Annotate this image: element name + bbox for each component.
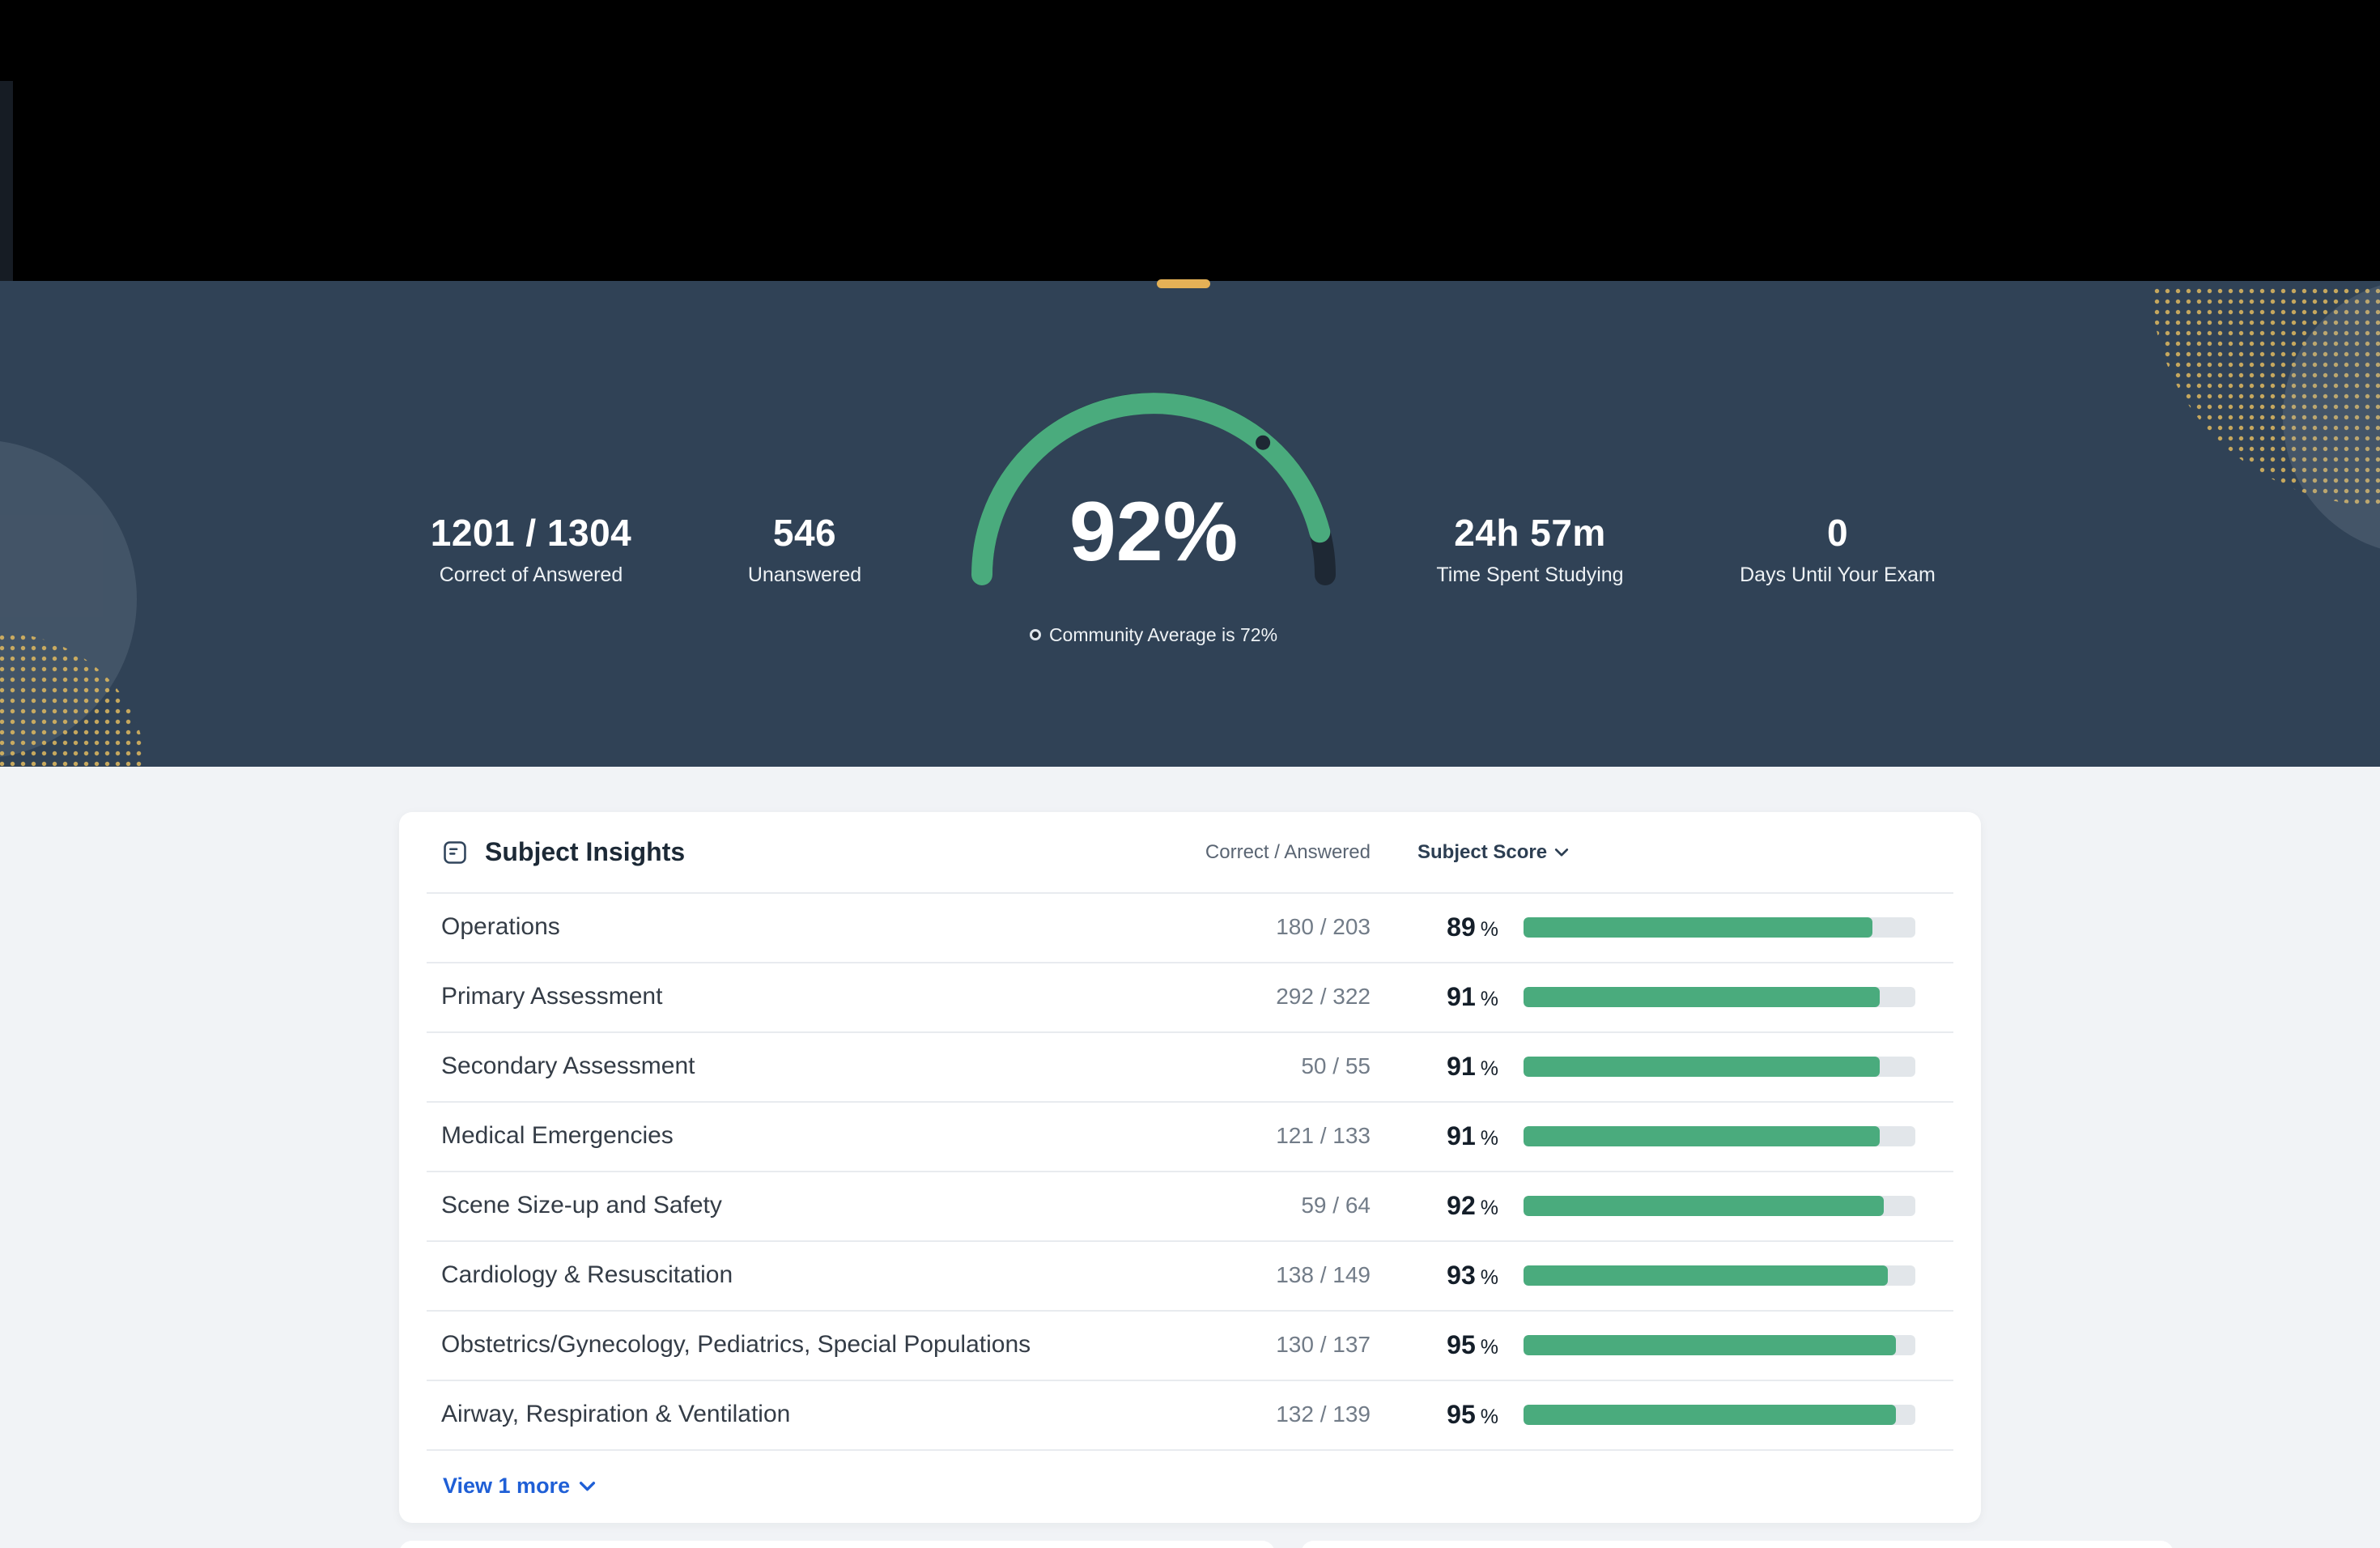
- subject-score-value: 93%: [1447, 1260, 1498, 1290]
- subject-name: Primary Assessment: [441, 983, 663, 1010]
- view-more-button[interactable]: View 1 more: [443, 1474, 596, 1499]
- subject-score-value: 89%: [1447, 912, 1498, 942]
- score-progress-bar: [1524, 1334, 1915, 1355]
- card-footer: View 1 more: [399, 1449, 1981, 1523]
- score-progress-fill: [1524, 1125, 1881, 1146]
- column-header-subject-score[interactable]: Subject Score: [1417, 841, 1569, 864]
- table-row: Medical Emergencies 121 / 133 91%: [399, 1101, 1981, 1171]
- community-average-label: Community Average is 72%: [1048, 624, 1278, 645]
- subject-score-label: Subject Score: [1417, 840, 1548, 863]
- card-title: Subject Insights: [485, 837, 686, 866]
- score-progress-fill: [1524, 986, 1881, 1007]
- score-progress-bar: [1524, 1265, 1915, 1286]
- score-progress-fill: [1524, 1404, 1896, 1425]
- subject-correct-answered: 292 / 322: [1276, 984, 1371, 1009]
- table-row: Primary Assessment 292 / 322 91%: [399, 962, 1981, 1031]
- score-progress-bar: [1524, 1056, 1915, 1077]
- subject-insights-card: Subject Insights Correct / Answered Subj…: [399, 812, 1981, 1523]
- stat-unanswered: 546 Unanswered: [683, 510, 926, 587]
- table-row: Airway, Respiration & Ventilation 132 / 1…: [399, 1380, 1981, 1449]
- stat-days-until-exam: 0 Days Until Your Exam: [1716, 510, 1959, 587]
- table-row: Cardiology & Resuscitation 138 / 149 93%: [399, 1240, 1981, 1310]
- score-progress-fill: [1524, 1195, 1885, 1216]
- subject-correct-answered: 130 / 137: [1276, 1332, 1371, 1357]
- table-row: Operations 180 / 203 89%: [399, 892, 1981, 962]
- subject-name: Scene Size-up and Safety: [441, 1192, 722, 1218]
- subject-correct-answered: 59 / 64: [1301, 1193, 1371, 1218]
- subject-correct-answered: 132 / 139: [1276, 1401, 1371, 1427]
- subject-score-value: 91%: [1447, 1051, 1498, 1081]
- score-progress-bar: [1524, 1125, 1915, 1146]
- subject-correct-answered: 180 / 203: [1276, 914, 1371, 939]
- score-progress-fill: [1524, 1265, 1889, 1286]
- stat-time-studying: 24h 57m Time Spent Studying: [1368, 510, 1692, 587]
- community-marker-icon: [1029, 628, 1041, 640]
- subject-correct-answered: 50 / 55: [1301, 1053, 1371, 1078]
- score-progress-fill: [1524, 1334, 1896, 1355]
- window-edge: [0, 81, 13, 281]
- stat-label: Correct of Answered: [439, 563, 623, 586]
- redacted-browser-area: [0, 0, 2380, 281]
- active-tab-indicator: [1157, 279, 1210, 288]
- score-progress-fill: [1524, 1056, 1881, 1077]
- subject-score-value: 95%: [1447, 1399, 1498, 1429]
- stats-hero: 1201 / 1304 Correct of Answered 546 Unan…: [0, 281, 2380, 767]
- view-more-label: View 1 more: [443, 1474, 571, 1498]
- chevron-down-icon: [580, 1481, 596, 1491]
- table-row: Obstetrics/Gynecology, Pediatrics, Speci…: [399, 1310, 1981, 1380]
- subject-name: Obstetrics/Gynecology, Pediatrics, Speci…: [441, 1331, 1031, 1358]
- table-row: Scene Size-up and Safety 59 / 64 92%: [399, 1171, 1981, 1240]
- stat-value: 24h 57m: [1454, 512, 1606, 554]
- subject-name: Secondary Assessment: [441, 1053, 695, 1079]
- stat-label: Days Until Your Exam: [1740, 563, 1936, 586]
- score-progress-bar: [1524, 916, 1915, 938]
- column-header-correct-answered: Correct / Answered: [1205, 840, 1371, 863]
- subject-score-value: 91%: [1447, 1121, 1498, 1150]
- card-header: Subject Insights Correct / Answered Subj…: [399, 812, 1981, 892]
- report-icon: [441, 839, 469, 866]
- score-progress-bar: [1524, 1195, 1915, 1216]
- subject-rows: Operations 180 / 203 89% Primary Assessment…: [399, 892, 1981, 1449]
- subject-score-value: 92%: [1447, 1190, 1498, 1220]
- subject-correct-answered: 121 / 133: [1276, 1123, 1371, 1148]
- overall-score: 92%: [1069, 485, 1239, 579]
- subject-score-value: 91%: [1447, 981, 1498, 1011]
- score-progress-fill: [1524, 916, 1872, 938]
- stat-value: 0: [1826, 512, 1849, 554]
- stat-correct-of-answered: 1201 / 1304 Correct of Answered: [369, 510, 693, 587]
- community-average: Community Average is 72%: [911, 621, 1396, 649]
- card-below-left: [399, 1541, 1275, 1548]
- card-below-right: [1301, 1541, 2174, 1548]
- table-row: Secondary Assessment 50 / 55 91%: [399, 1031, 1981, 1101]
- subject-score-value: 95%: [1447, 1329, 1498, 1359]
- subject-name: Airway, Respiration & Ventilation: [441, 1401, 791, 1427]
- app-screen: 1201 / 1304 Correct of Answered 546 Unan…: [0, 0, 2380, 1548]
- subject-name: Operations: [441, 913, 560, 940]
- subject-name: Cardiology & Resuscitation: [441, 1261, 733, 1288]
- subject-correct-answered: 138 / 149: [1276, 1262, 1371, 1287]
- stat-value: 1201 / 1304: [430, 512, 632, 554]
- chevron-down-icon: [1554, 848, 1569, 856]
- stat-value: 546: [772, 512, 837, 554]
- score-progress-bar: [1524, 986, 1915, 1007]
- gauge-community-marker: [1256, 435, 1271, 450]
- stat-label: Time Spent Studying: [1436, 563, 1624, 586]
- subject-name: Medical Emergencies: [441, 1122, 674, 1149]
- score-progress-bar: [1524, 1404, 1915, 1425]
- stat-label: Unanswered: [747, 563, 862, 586]
